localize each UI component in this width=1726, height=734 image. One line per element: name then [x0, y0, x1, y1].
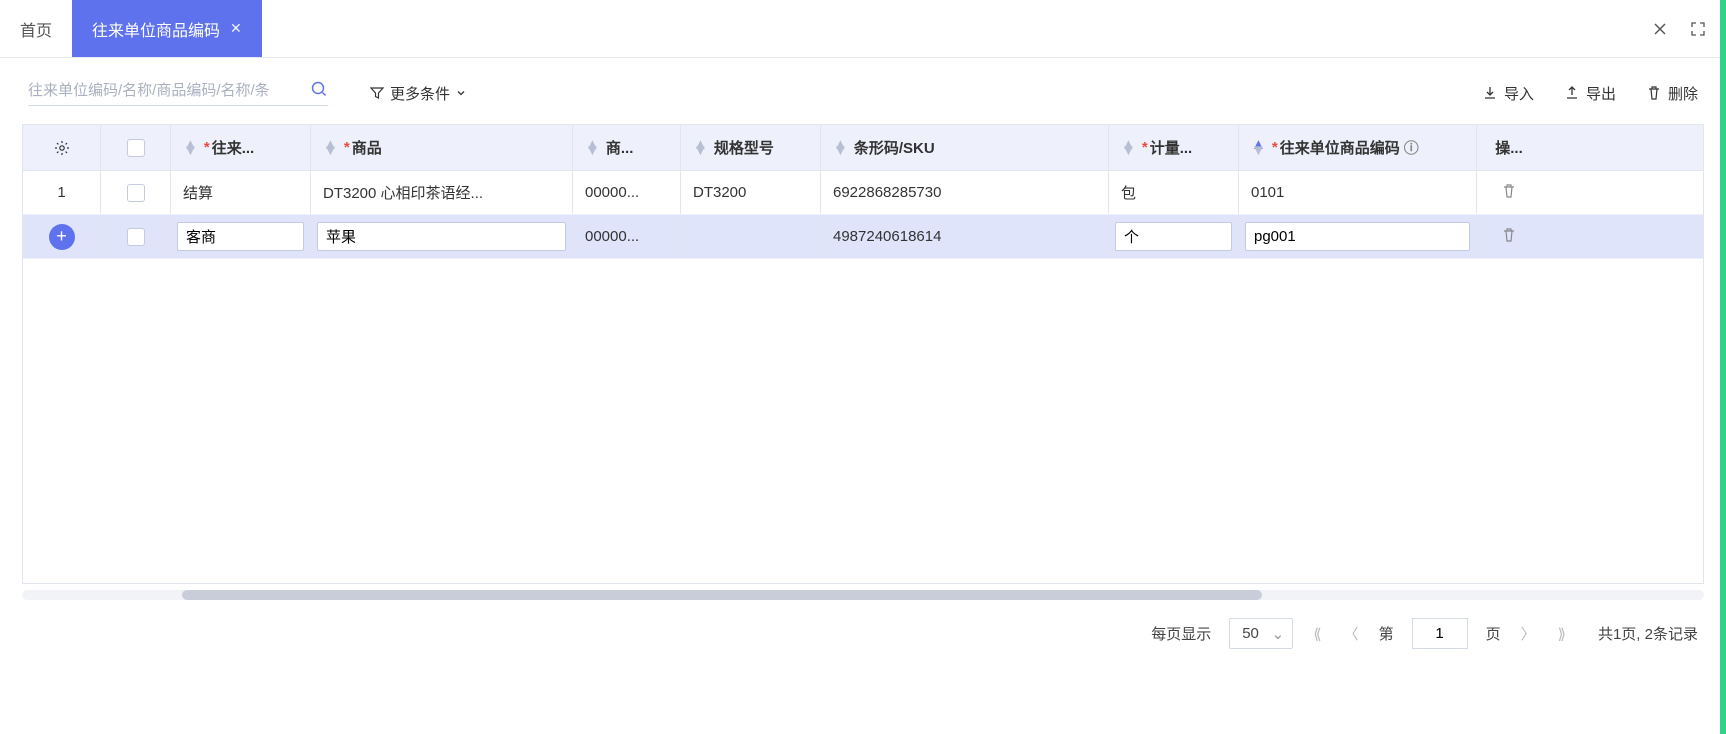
col-product-label: 商品: [352, 137, 382, 158]
page-last-button[interactable]: ⟫: [1556, 625, 1568, 643]
help-icon[interactable]: ⓘ: [1404, 137, 1419, 158]
page-input[interactable]: [1412, 618, 1468, 649]
col-unit[interactable]: ▲▼ * 计量...: [1109, 125, 1239, 170]
page-suffix: 页: [1486, 623, 1501, 644]
horizontal-scrollbar[interactable]: [22, 590, 1704, 600]
row-checkbox[interactable]: [127, 228, 145, 246]
export-label: 导出: [1586, 83, 1616, 104]
gear-icon: [54, 140, 70, 156]
required-mark: *: [204, 139, 210, 156]
per-page-value: 50: [1242, 625, 1259, 642]
side-accent: [1720, 0, 1726, 734]
product-field[interactable]: [317, 222, 566, 251]
tab-home[interactable]: 首页: [0, 0, 72, 57]
chevron-down-icon: ⌄: [1272, 625, 1285, 643]
col-barcode[interactable]: ▲▼ 条形码/SKU: [821, 125, 1109, 170]
trash-icon: [1501, 227, 1517, 243]
col-barcode-label: 条形码/SKU: [854, 137, 935, 158]
cell-product: DT3200 心相印茶语经...: [323, 182, 483, 203]
col-partner[interactable]: ▲▼ * 往来...: [171, 125, 311, 170]
close-all-icon[interactable]: [1650, 19, 1670, 39]
unit-field[interactable]: [1115, 222, 1232, 251]
col-spec[interactable]: ▲▼ 规格型号: [681, 125, 821, 170]
export-icon: [1564, 85, 1580, 101]
data-table: ▲▼ * 往来... ▲▼ * 商品 ▲▼ 商... ▲▼ 规格型号 ▲▼ 条形…: [22, 124, 1704, 584]
add-row-button[interactable]: +: [49, 224, 75, 250]
table-row[interactable]: 1 结算 DT3200 心相印茶语经... 00000... DT3200 69…: [23, 171, 1703, 215]
required-mark: *: [344, 139, 350, 156]
trash-icon: [1646, 85, 1662, 101]
page-prefix: 第: [1379, 623, 1394, 644]
import-label: 导入: [1504, 83, 1534, 104]
cell-prod-code: 00000...: [585, 184, 639, 201]
table-header: ▲▼ * 往来... ▲▼ * 商品 ▲▼ 商... ▲▼ 规格型号 ▲▼ 条形…: [23, 125, 1703, 171]
table-body: 1 结算 DT3200 心相印茶语经... 00000... DT3200 69…: [23, 171, 1703, 583]
pager-summary: 共1页, 2条记录: [1598, 623, 1698, 644]
partner-code-field[interactable]: [1245, 222, 1470, 251]
export-button[interactable]: 导出: [1564, 83, 1616, 104]
delete-label: 删除: [1668, 83, 1698, 104]
sort-icon: ▲▼: [693, 142, 708, 154]
pager: 每页显示 50 ⌄ ⟪ 〈 第 页 〉 ⟫ 共1页, 2条记录: [0, 600, 1726, 667]
col-partner-label: 往来...: [212, 137, 255, 158]
col-spec-label: 规格型号: [714, 137, 774, 158]
row-delete-button[interactable]: [1501, 183, 1517, 203]
per-page-select[interactable]: 50 ⌄: [1229, 618, 1293, 649]
more-filter-label: 更多条件: [390, 83, 450, 104]
sort-icon: ▲▼: [1251, 142, 1266, 154]
cell-prod-code: 00000...: [585, 228, 639, 245]
col-select-all[interactable]: [101, 125, 171, 170]
table-row[interactable]: + 00000... 4987240618614: [23, 215, 1703, 259]
tab-active-label: 往来单位商品编码: [92, 17, 220, 41]
import-button[interactable]: 导入: [1482, 83, 1534, 104]
cell-barcode: 4987240618614: [833, 228, 941, 245]
sort-icon: ▲▼: [833, 142, 848, 154]
sort-icon: ▲▼: [183, 142, 198, 154]
tab-partner-product-code[interactable]: 往来单位商品编码 ✕: [72, 0, 262, 57]
cell-barcode: 6922868285730: [833, 184, 941, 201]
sort-icon: ▲▼: [1121, 142, 1136, 154]
trash-icon: [1501, 183, 1517, 199]
col-unit-label: 计量...: [1150, 137, 1193, 158]
partner-field[interactable]: [177, 222, 304, 251]
page-prev-button[interactable]: 〈: [1342, 623, 1361, 644]
chevron-down-icon: [456, 88, 466, 98]
col-prod-code-label: 商...: [606, 137, 634, 158]
row-checkbox[interactable]: [127, 184, 145, 202]
required-mark: *: [1272, 139, 1278, 156]
filter-icon: [370, 86, 384, 100]
cell-partner: 结算: [183, 182, 213, 203]
more-filter-button[interactable]: 更多条件: [370, 83, 466, 104]
select-all-checkbox[interactable]: [127, 139, 145, 157]
cell-spec: DT3200: [693, 184, 746, 201]
col-partner-code[interactable]: ▲▼ * 往来单位商品编码 ⓘ: [1239, 125, 1477, 170]
per-page-label: 每页显示: [1151, 623, 1211, 644]
toolbar: 更多条件 导入 导出 删除: [0, 58, 1726, 124]
col-action-label: 操...: [1495, 137, 1523, 158]
required-mark: *: [1142, 139, 1148, 156]
delete-button[interactable]: 删除: [1646, 83, 1698, 104]
fullscreen-icon[interactable]: [1688, 19, 1708, 39]
row-index: 1: [23, 171, 101, 214]
search-icon[interactable]: [310, 80, 328, 101]
col-partner-code-label: 往来单位商品编码: [1280, 137, 1400, 158]
search-wrap: [28, 80, 328, 106]
row-delete-button[interactable]: [1501, 227, 1517, 247]
scroll-thumb[interactable]: [182, 590, 1262, 600]
tab-bar: 首页 往来单位商品编码 ✕: [0, 0, 1726, 58]
sort-icon: ▲▼: [585, 142, 600, 154]
page-first-button[interactable]: ⟪: [1311, 625, 1323, 643]
tab-home-label: 首页: [20, 17, 52, 41]
close-icon[interactable]: ✕: [230, 20, 242, 37]
col-prod-code[interactable]: ▲▼ 商...: [573, 125, 681, 170]
page-next-button[interactable]: 〉: [1519, 623, 1538, 644]
cell-unit: 包: [1121, 182, 1136, 203]
sort-icon: ▲▼: [323, 142, 338, 154]
col-product[interactable]: ▲▼ * 商品: [311, 125, 573, 170]
col-settings[interactable]: [23, 125, 101, 170]
search-input[interactable]: [28, 82, 304, 99]
cell-partner-code: 0101: [1251, 184, 1284, 201]
import-icon: [1482, 85, 1498, 101]
col-action: 操...: [1477, 125, 1541, 170]
